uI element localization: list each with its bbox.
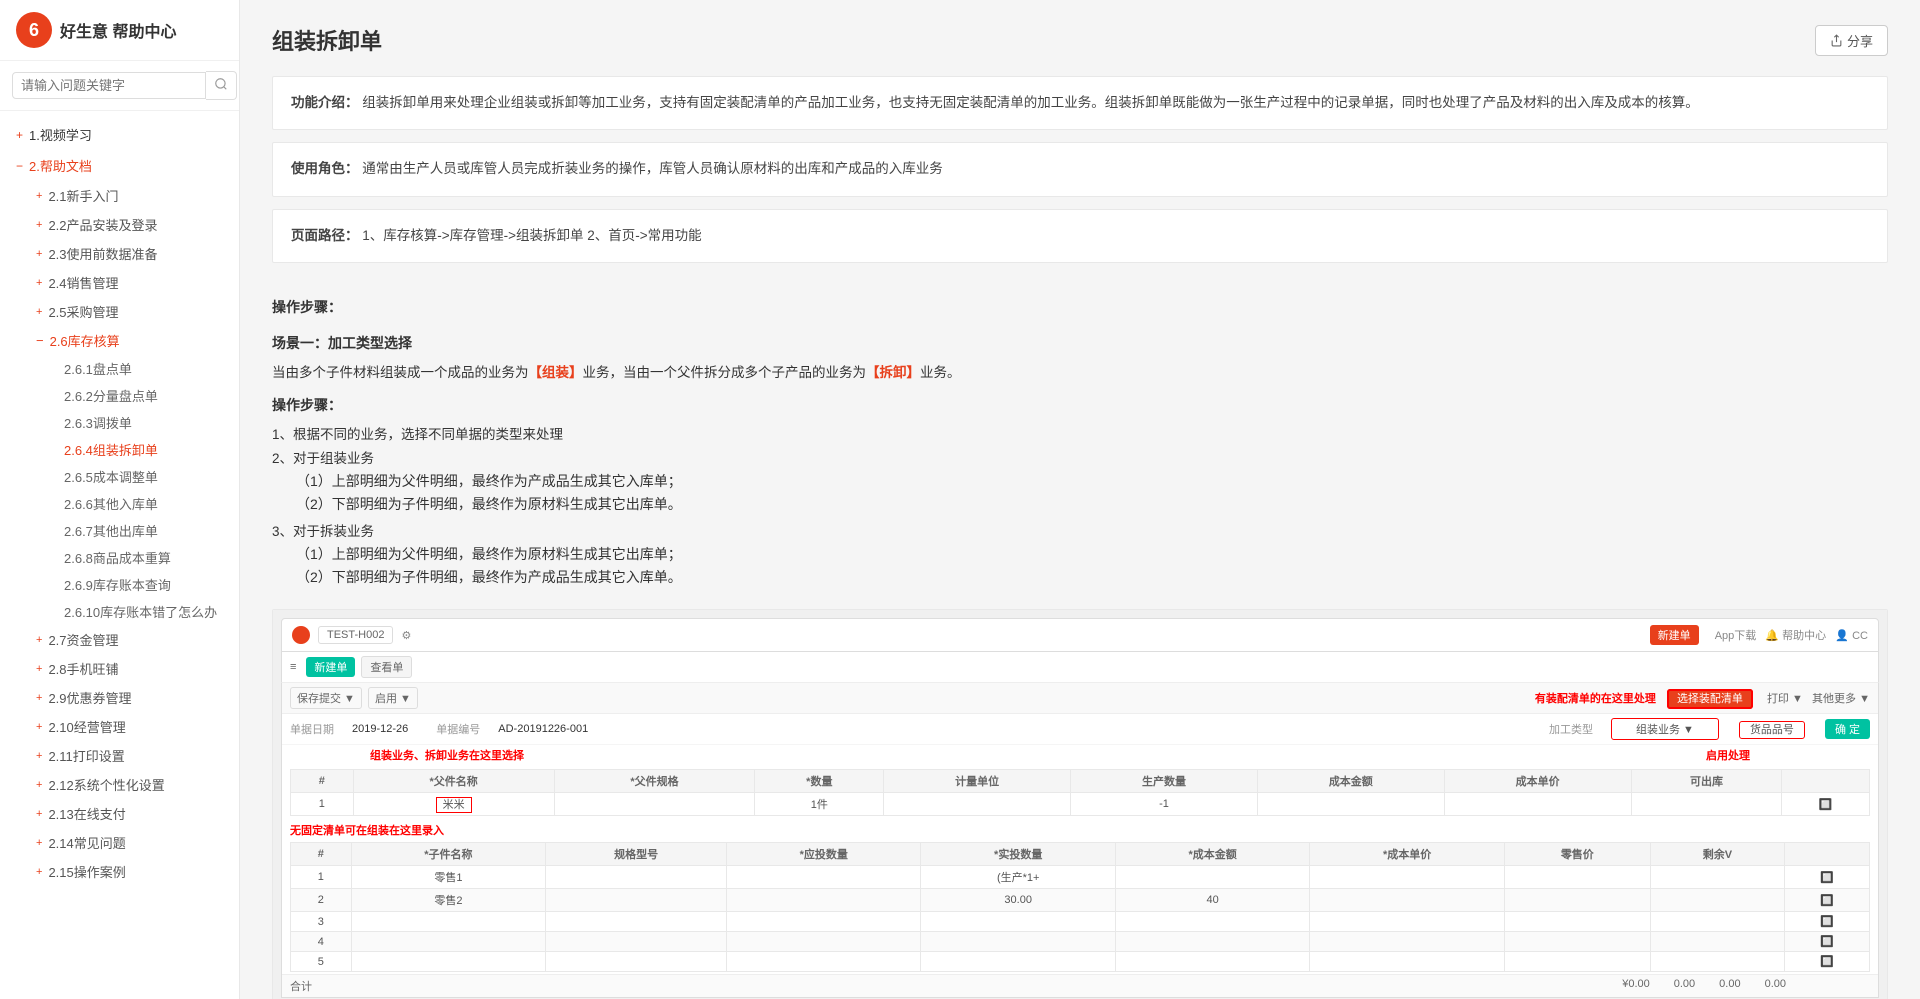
mock-main-content: 保存提交 ▼ 启用 ▼ 有装配清单的在这里处理 选择装配清单 打印 ▼ 其他更多… bbox=[281, 683, 1879, 998]
sidebar-item-stocktake[interactable]: 2.6.1盘点单 bbox=[36, 355, 239, 382]
expand-icon: + bbox=[16, 128, 23, 142]
nav-subchildren-inventory: 2.6.1盘点单 2.6.2分量盘点单 2.6.3调拨单 2.6.4组装拆卸单 … bbox=[24, 355, 239, 625]
mock-tab-view: 查看单 bbox=[361, 656, 412, 678]
step2-list: （1）上部明细为父件明细，最终作为产成品生成其它入库单； （2）下部明细为子件明… bbox=[272, 471, 1888, 514]
sidebar: 6 好生意 帮助中心 + 1.视频学习 − 2.帮助文档 + 2.1新手入门 bbox=[0, 0, 240, 999]
step3-list: （1）上部明细为父件明细，最终作为原材料生成其它出库单； （2）下部明细为子件明… bbox=[272, 544, 1888, 587]
step3-sub1: （1）上部明细为父件明细，最终作为原材料生成其它出库单； bbox=[296, 544, 1888, 564]
table-row: 1 米米 1件 -1 🔲 bbox=[291, 793, 1870, 816]
mock-footer: 合计 ¥0.00 0.00 0.00 0.00 bbox=[282, 974, 1878, 997]
sidebar-item-helpdocs[interactable]: − 2.帮助文档 bbox=[0, 150, 239, 181]
sidebar-item-ops[interactable]: + 2.10经营管理 bbox=[24, 712, 239, 741]
path-label: 页面路径： bbox=[291, 228, 359, 243]
steps-section: 操作步骤： 场景一：加工类型选择 当由多个子件材料组装成一个成品的业务为【组装】… bbox=[272, 275, 1888, 597]
sidebar-item-transfer[interactable]: 2.6.3调拨单 bbox=[36, 409, 239, 436]
step3-sub2: （2）下部明细为子件明细，最终作为产成品生成其它入库单。 bbox=[296, 567, 1888, 587]
table-row: 3 🔲 bbox=[291, 912, 1870, 932]
page-title: 组装拆卸单 bbox=[272, 24, 382, 56]
sidebar-item-label: 2.帮助文档 bbox=[29, 156, 92, 175]
sidebar-item-customize[interactable]: + 2.12系统个性化设置 bbox=[24, 770, 239, 799]
upper-data-table: # *父件名称 *父件规格 *数量 计量单位 生产数量 成本金额 成本单价 可出… bbox=[290, 769, 1870, 816]
mock-field-row: 单据日期 2019-12-26 单据编号 AD-20191226-001 加工类… bbox=[282, 714, 1878, 745]
sidebar-item-purchase[interactable]: + 2.5采购管理 bbox=[24, 297, 239, 326]
share-button[interactable]: 分享 bbox=[1815, 25, 1888, 56]
logo-title: 好生意 帮助中心 bbox=[60, 18, 176, 42]
sidebar-item-coupon[interactable]: + 2.9优惠券管理 bbox=[24, 683, 239, 712]
mock-tab-new: 新建单 bbox=[306, 657, 355, 677]
sidebar-item-install[interactable]: + 2.2产品安装及登录 bbox=[24, 210, 239, 239]
sidebar-item-inv-error[interactable]: 2.6.10库存账本错了怎么办 bbox=[36, 598, 239, 625]
sidebar-item-cost-recalc[interactable]: 2.6.8商品成本重算 bbox=[36, 544, 239, 571]
sidebar-item-partstake[interactable]: 2.6.2分量盘点单 bbox=[36, 382, 239, 409]
search-button[interactable] bbox=[206, 71, 237, 100]
step2-sub1: （1）上部明细为父件明细，最终作为产成品生成其它入库单； bbox=[296, 471, 1888, 491]
nav-tree: + 1.视频学习 − 2.帮助文档 + 2.1新手入门 + 2.2产品安装及登录… bbox=[0, 111, 239, 999]
role-label: 使用角色： bbox=[291, 161, 359, 176]
collapse-icon: − bbox=[16, 159, 23, 173]
logo-bar: 6 好生意 帮助中心 bbox=[0, 0, 239, 61]
logo-icon: 6 bbox=[16, 12, 52, 48]
intro-label: 功能介绍： bbox=[291, 95, 359, 110]
sidebar-item-inv-book[interactable]: 2.6.9库存账本查询 bbox=[36, 571, 239, 598]
screenshot-inner: TEST-H002 ⚙ 新建单 App下载 🔔 帮助中心 👤 CC ≡ 新建单 … bbox=[273, 610, 1887, 999]
mock-tabs: ≡ 新建单 查看单 bbox=[281, 652, 1879, 683]
annotation-hasbom: 有装配清单的在这里处理 bbox=[1535, 693, 1656, 705]
main-content: 组装拆卸单 分享 功能介绍： 组装拆卸单用来处理企业组装或拆卸等加工业务，支持有… bbox=[240, 0, 1920, 999]
annotation-assembly: 组装业务、拆卸业务在这里选择 bbox=[370, 747, 524, 763]
mock-upper-table: # *父件名称 *父件规格 *数量 计量单位 生产数量 成本金额 成本单价 可出… bbox=[282, 765, 1878, 820]
sidebar-item-cases[interactable]: + 2.15操作案例 bbox=[24, 857, 239, 886]
annotation-nofixed: 无固定清单可在组装在这里录入 bbox=[282, 820, 1878, 840]
sidebar-item-inventory[interactable]: − 2.6库存核算 bbox=[24, 326, 239, 355]
sidebar-item-other-in[interactable]: 2.6.6其他入库单 bbox=[36, 490, 239, 517]
step2-sub2: （2）下部明细为子件明细，最终作为原材料生成其它出库单。 bbox=[296, 494, 1888, 514]
sidebar-item-mobile[interactable]: + 2.8手机旺铺 bbox=[24, 654, 239, 683]
sidebar-item-costadj[interactable]: 2.6.5成本调整单 bbox=[36, 463, 239, 490]
sidebar-item-label: 1.视频学习 bbox=[29, 125, 92, 144]
scene1-desc: 当由多个子件材料组装成一个成品的业务为【组装】业务，当由一个父件拆分成多个子产品… bbox=[272, 361, 1888, 385]
page-header: 组装拆卸单 分享 bbox=[272, 24, 1888, 56]
sidebar-item-newbie[interactable]: + 2.1新手入门 bbox=[24, 181, 239, 210]
mock-confirm-btn: 确 定 bbox=[1825, 719, 1870, 739]
mock-process-area: 货品品号 bbox=[1739, 721, 1805, 737]
sidebar-item-payment[interactable]: + 2.13在线支付 bbox=[24, 799, 239, 828]
search-input[interactable] bbox=[12, 72, 206, 99]
table-row: 2 零售2 30.00 40 🔲 bbox=[291, 889, 1870, 912]
sidebar-item-finance[interactable]: + 2.7资金管理 bbox=[24, 625, 239, 654]
role-card: 使用角色： 通常由生产人员或库管人员完成折装业务的操作，库管人员确认原材料的出库… bbox=[272, 142, 1888, 196]
table-row: 1 零售1 (生产*1+ 🔲 bbox=[291, 866, 1870, 889]
sidebar-item-other-out[interactable]: 2.6.7其他出库单 bbox=[36, 517, 239, 544]
mock-lower-table: # *子件名称 规格型号 *应投数量 *实投数量 *成本金额 *成本单价 零售价… bbox=[282, 840, 1878, 974]
path-text: 1、库存核算->库存管理->组装拆卸单 2、首页->常用功能 bbox=[362, 228, 701, 243]
mock-create-btn: 新建单 bbox=[1650, 625, 1699, 645]
path-card: 页面路径： 1、库存核算->库存管理->组装拆卸单 2、首页->常用功能 bbox=[272, 209, 1888, 263]
mock-app-select: TEST-H002 bbox=[318, 626, 393, 644]
step2-title: 2、对于组装业务 bbox=[272, 447, 1888, 467]
intro-card: 功能介绍： 组装拆卸单用来处理企业组装或拆卸等加工业务，支持有固定装配清单的产品… bbox=[272, 76, 1888, 130]
mock-type-select: 组装业务 ▼ bbox=[1611, 718, 1719, 740]
table-row: 5 🔲 bbox=[291, 952, 1870, 972]
search-bar bbox=[0, 61, 239, 111]
mock-bom-btn: 选择装配清单 bbox=[1667, 689, 1753, 709]
annotation-enable: 启用处理 bbox=[1706, 747, 1750, 763]
step1: 1、根据不同的业务，选择不同单据的类型来处理 bbox=[272, 423, 1888, 443]
role-text: 通常由生产人员或库管人员完成折装业务的操作，库管人员确认原材料的出库和产成品的入… bbox=[362, 161, 943, 176]
sidebar-item-dataprep[interactable]: + 2.3使用前数据准备 bbox=[24, 239, 239, 268]
nav-children-helpdocs: + 2.1新手入门 + 2.2产品安装及登录 + 2.3使用前数据准备 + 2.… bbox=[0, 181, 239, 886]
mock-logo bbox=[292, 626, 310, 644]
sidebar-item-video[interactable]: + 1.视频学习 bbox=[0, 119, 239, 150]
sidebar-item-sales[interactable]: + 2.4销售管理 bbox=[24, 268, 239, 297]
lower-data-table: # *子件名称 规格型号 *应投数量 *实投数量 *成本金额 *成本单价 零售价… bbox=[290, 842, 1870, 972]
intro-text: 组装拆卸单用来处理企业组装或拆卸等加工业务，支持有固定装配清单的产品加工业务，也… bbox=[362, 95, 1699, 110]
sidebar-item-assembly[interactable]: 2.6.4组装拆卸单 bbox=[36, 436, 239, 463]
scene1-title: 场景一：加工类型选择 bbox=[272, 333, 1888, 353]
steps-title: 操作步骤： bbox=[272, 297, 1888, 317]
steps-sub-title: 操作步骤： bbox=[272, 395, 1888, 415]
table-row: 4 🔲 bbox=[291, 932, 1870, 952]
screenshot-container: TEST-H002 ⚙ 新建单 App下载 🔔 帮助中心 👤 CC ≡ 新建单 … bbox=[272, 609, 1888, 999]
mock-app-bar: TEST-H002 ⚙ 新建单 App下载 🔔 帮助中心 👤 CC bbox=[281, 618, 1879, 652]
sidebar-item-print[interactable]: + 2.11打印设置 bbox=[24, 741, 239, 770]
sidebar-item-faq[interactable]: + 2.14常见问题 bbox=[24, 828, 239, 857]
mock-toolbar: 保存提交 ▼ 启用 ▼ 有装配清单的在这里处理 选择装配清单 打印 ▼ 其他更多… bbox=[282, 683, 1878, 714]
step3-title: 3、对于拆装业务 bbox=[272, 520, 1888, 540]
